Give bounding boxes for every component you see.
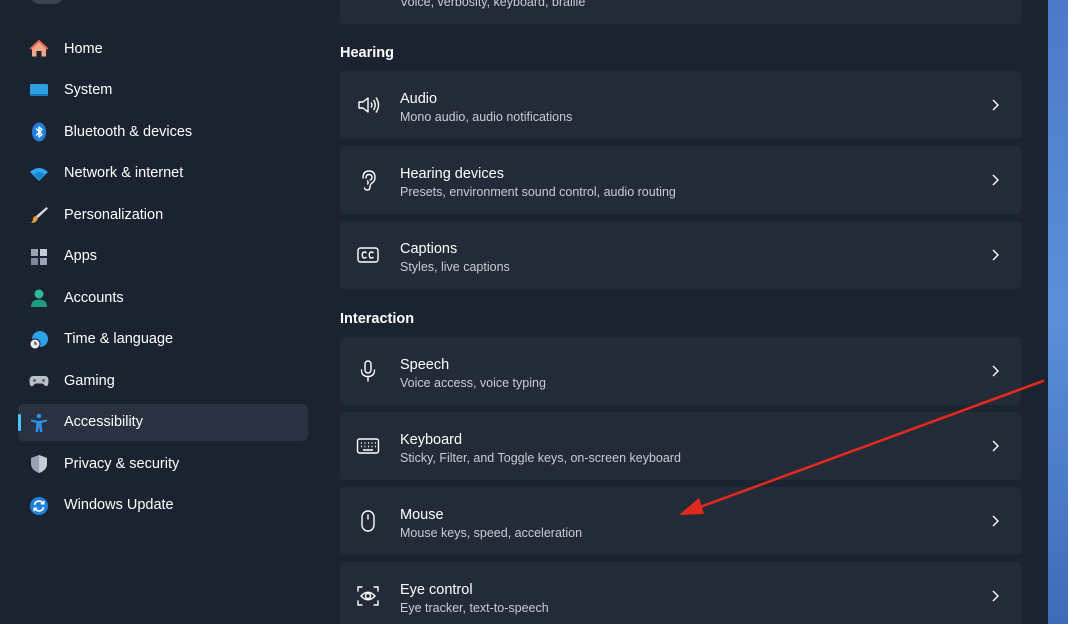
sidebar-item-label: Windows Update bbox=[64, 497, 174, 513]
card-subtitle: Voice access, voice typing bbox=[400, 376, 546, 390]
settings-window: Home System Bluetooth & devices Network … bbox=[0, 0, 1048, 624]
chevron-right-icon bbox=[992, 515, 999, 527]
card-title: Mouse bbox=[400, 507, 444, 523]
apps-icon bbox=[29, 247, 49, 267]
card-narrator-clipped[interactable]: Voice, verbosity, keyboard, braille bbox=[340, 0, 1021, 24]
keyboard-icon bbox=[356, 434, 380, 458]
section-title-interaction: Interaction bbox=[340, 311, 415, 327]
card-subtitle: Styles, live captions bbox=[400, 260, 510, 274]
speaker-icon bbox=[356, 93, 380, 117]
sidebar-item-label: Gaming bbox=[64, 372, 115, 389]
sidebar-item-accounts[interactable]: Accounts bbox=[18, 279, 308, 316]
card-subtitle: Mono audio, audio notifications bbox=[400, 110, 573, 124]
card-captions[interactable]: Captions Styles, live captions bbox=[340, 221, 1021, 289]
sidebar-item-label: Privacy & security bbox=[64, 455, 180, 472]
chevron-right-icon bbox=[992, 174, 999, 186]
card-mouse[interactable]: Mouse Mouse keys, speed, acceleration bbox=[340, 487, 1021, 555]
sidebar-item-label: Apps bbox=[64, 248, 98, 264]
eye-control-icon bbox=[356, 584, 380, 608]
chevron-right-icon bbox=[992, 249, 999, 261]
chevron-right-icon bbox=[992, 365, 999, 377]
card-eye-control[interactable]: Eye control Eye tracker, text-to-speech bbox=[340, 562, 1021, 624]
microphone-icon bbox=[356, 359, 380, 383]
card-audio[interactable]: Audio Mono audio, audio notifications bbox=[340, 71, 1021, 139]
sidebar-item-label: Personalization bbox=[64, 206, 164, 223]
sidebar-item-label: Accounts bbox=[64, 289, 124, 306]
sidebar-item-label: System bbox=[64, 82, 113, 98]
sidebar-item-home[interactable]: Home bbox=[18, 30, 308, 67]
card-subtitle: Presets, environment sound control, audi… bbox=[400, 185, 676, 199]
captions-icon bbox=[356, 243, 380, 267]
mouse-icon bbox=[356, 509, 380, 533]
card-title: Captions bbox=[400, 241, 458, 257]
chevron-right-icon bbox=[992, 440, 999, 452]
sidebar-item-time-language[interactable]: Time & language bbox=[18, 321, 308, 358]
card-title: Speech bbox=[400, 357, 450, 373]
gamepad-icon bbox=[29, 371, 49, 391]
chevron-right-icon bbox=[992, 99, 999, 111]
sidebar-item-system[interactable]: System bbox=[18, 72, 308, 109]
chevron-right-icon bbox=[992, 590, 999, 602]
bluetooth-icon bbox=[29, 122, 49, 142]
card-subtitle: Mouse keys, speed, acceleration bbox=[400, 526, 583, 540]
shield-icon bbox=[29, 454, 49, 474]
sidebar-item-privacy-security[interactable]: Privacy & security bbox=[18, 445, 308, 482]
person-icon bbox=[29, 288, 49, 308]
sidebar-item-accessibility[interactable]: Accessibility bbox=[18, 403, 308, 441]
sidebar-item-bluetooth[interactable]: Bluetooth & devices bbox=[18, 113, 308, 150]
monitor-icon bbox=[29, 81, 49, 101]
card-subtitle: Eye tracker, text-to-speech bbox=[400, 601, 549, 615]
home-icon bbox=[29, 39, 49, 59]
globe-clock-icon bbox=[29, 330, 49, 350]
desktop-background bbox=[1048, 0, 1068, 624]
sidebar-item-label: Time & language bbox=[64, 331, 174, 347]
card-keyboard[interactable]: Keyboard Sticky, Filter, and Toggle keys… bbox=[340, 412, 1021, 480]
section-title-hearing: Hearing bbox=[340, 45, 394, 61]
avatar[interactable] bbox=[30, 0, 64, 4]
card-speech[interactable]: Speech Voice access, voice typing bbox=[340, 337, 1021, 405]
brush-icon bbox=[29, 205, 49, 225]
sidebar-item-network[interactable]: Network & internet bbox=[18, 155, 308, 192]
sidebar-item-apps[interactable]: Apps bbox=[18, 238, 308, 275]
card-title: Audio bbox=[400, 91, 438, 107]
ear-icon bbox=[356, 168, 380, 192]
wifi-icon bbox=[29, 164, 49, 184]
card-hearing-devices[interactable]: Hearing devices Presets, environment sou… bbox=[340, 146, 1021, 214]
accessibility-icon bbox=[29, 413, 49, 433]
card-subtitle: Sticky, Filter, and Toggle keys, on-scre… bbox=[400, 451, 681, 465]
sidebar-item-personalization[interactable]: Personalization bbox=[18, 196, 308, 233]
card-title: Hearing devices bbox=[400, 166, 504, 182]
sidebar: Home System Bluetooth & devices Network … bbox=[18, 30, 308, 528]
sidebar-item-label: Network & internet bbox=[64, 165, 184, 181]
card-subtitle: Voice, verbosity, keyboard, braille bbox=[400, 0, 586, 9]
sidebar-item-label: Home bbox=[64, 40, 103, 57]
sidebar-item-gaming[interactable]: Gaming bbox=[18, 362, 308, 399]
sidebar-item-label: Accessibility bbox=[64, 414, 143, 430]
update-icon bbox=[29, 496, 49, 516]
card-title: Keyboard bbox=[400, 432, 463, 448]
sidebar-item-label: Bluetooth & devices bbox=[64, 123, 193, 140]
card-title: Eye control bbox=[400, 582, 473, 598]
sidebar-item-windows-update[interactable]: Windows Update bbox=[18, 487, 308, 524]
